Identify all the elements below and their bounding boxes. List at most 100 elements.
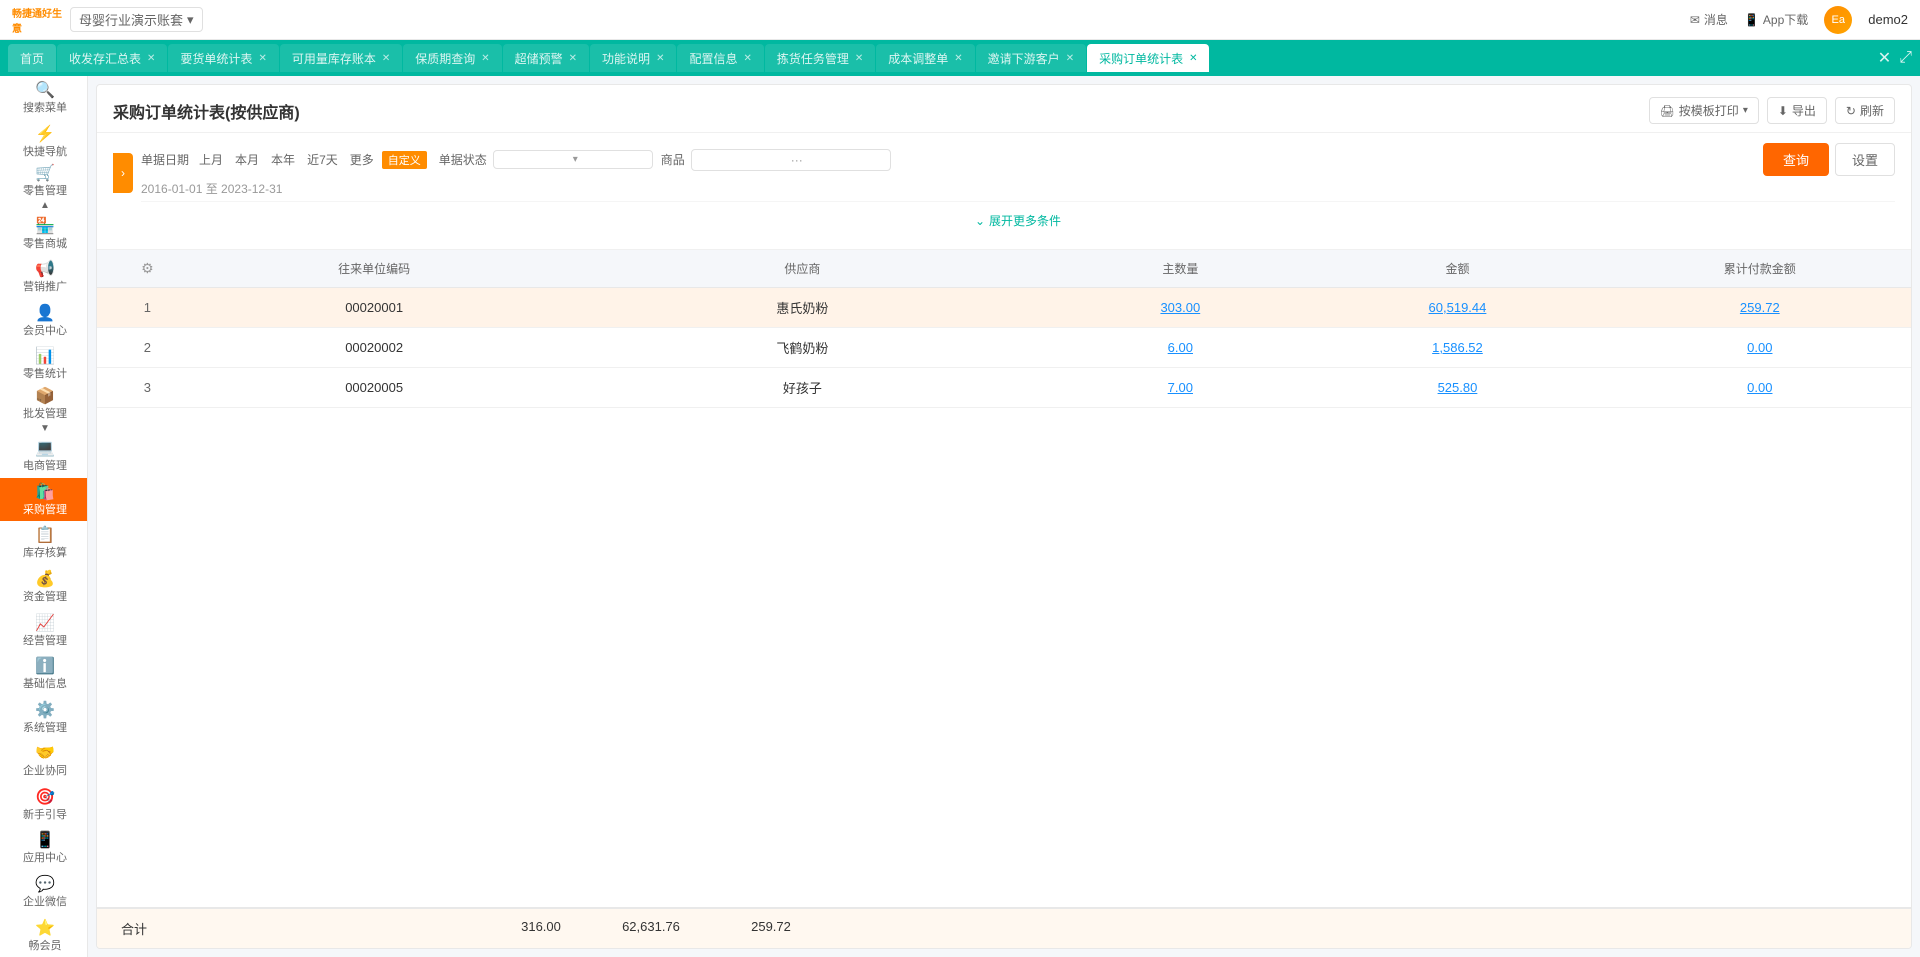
status-filter: 单据状态 ▾ [439, 150, 653, 169]
tab-9-close[interactable]: ✕ [954, 53, 962, 64]
sidebar-item-vip[interactable]: ⭐ 畅会员 [0, 913, 87, 957]
cell-paid[interactable]: 0.00 [1609, 368, 1911, 408]
tab-7[interactable]: 配置信息 ✕ [677, 44, 763, 72]
tab-home-label: 首页 [20, 50, 44, 67]
export-label: 导出 [1792, 102, 1816, 119]
sidebar-item-ecom[interactable]: 💻 电商管理 [0, 434, 87, 478]
sidebar-item-member[interactable]: 👤 会员中心 [0, 299, 87, 343]
cell-supplier: 飞鹤奶粉 [550, 328, 1054, 368]
tab-1-close[interactable]: ✕ [147, 53, 155, 64]
settings-button[interactable]: 设置 [1835, 143, 1895, 176]
message-btn[interactable]: ✉ 消息 [1690, 11, 1728, 28]
sidebar-item-marketing[interactable]: 📢 营销推广 [0, 255, 87, 299]
date-btn-more[interactable]: 更多 [346, 149, 378, 170]
date-btn-last-month[interactable]: 上月 [195, 149, 227, 170]
sidebar-item-mall[interactable]: 🏪 零售商城 [0, 211, 87, 255]
tab-6[interactable]: 功能说明 ✕ [590, 44, 676, 72]
tab-10[interactable]: 邀请下游客户 ✕ [976, 44, 1086, 72]
sidebar-item-finance[interactable]: 💰 资金管理 [0, 565, 87, 609]
tab-active[interactable]: 采购订单统计表 ✕ [1087, 44, 1209, 72]
export-button[interactable]: ⬇ 导出 [1767, 97, 1827, 124]
col-header-paid: 累计付款金额 [1609, 250, 1911, 288]
megaphone-icon: 📢 [35, 259, 55, 279]
page-content: 采购订单统计表(按供应商) 🖨 按模板打印 ▾ ⬇ 导出 ↻ 刷新 [96, 84, 1912, 949]
tab-home[interactable]: 首页 [8, 44, 56, 72]
cell-amount[interactable]: 1,586.52 [1306, 328, 1608, 368]
sidebar-item-retail[interactable]: 🛒 零售管理 ▲ [0, 163, 87, 211]
col-header-qty: 主数量 [1054, 250, 1306, 288]
tab-4-close[interactable]: ✕ [481, 53, 489, 64]
goods-input[interactable]: ··· [691, 149, 891, 171]
cell-amount[interactable]: 525.80 [1306, 368, 1608, 408]
sidebar-item-stock[interactable]: 📋 库存核算 [0, 521, 87, 565]
cell-supplier: 惠氏奶粉 [550, 288, 1054, 328]
tab-9[interactable]: 成本调整单 ✕ [876, 44, 974, 72]
user-avatar: Ea [1824, 6, 1852, 34]
tab-5[interactable]: 超储预警 ✕ [503, 44, 589, 72]
cell-qty[interactable]: 7.00 [1054, 368, 1306, 408]
tab-active-close[interactable]: ✕ [1189, 53, 1197, 64]
table-row: 2 00020002 飞鹤奶粉 6.00 1,586.52 0.00 [97, 328, 1911, 368]
date-btn-7days[interactable]: 近7天 [303, 149, 342, 170]
date-btn-custom[interactable]: 自定义 [382, 151, 427, 169]
refresh-button[interactable]: ↻ 刷新 [1835, 97, 1895, 124]
cell-qty[interactable]: 303.00 [1054, 288, 1306, 328]
cell-amount[interactable]: 60,519.44 [1306, 288, 1608, 328]
sidebar-item-wholesale[interactable]: 📦 批发管理 ▼ [0, 386, 87, 434]
sidebar-item-retail-stat[interactable]: 📊 零售统计 [0, 342, 87, 386]
sidebar-item-guide[interactable]: 🎯 新手引导 [0, 783, 87, 827]
tab-7-close[interactable]: ✕ [743, 53, 751, 64]
tab-5-close[interactable]: ✕ [569, 53, 577, 64]
tab-active-label: 采购订单统计表 [1099, 50, 1183, 67]
tab-1[interactable]: 收发存汇总表 ✕ [57, 44, 167, 72]
date-btn-this-month[interactable]: 本月 [231, 149, 263, 170]
date-btn-this-year[interactable]: 本年 [267, 149, 299, 170]
app-download-btn[interactable]: 📱 App下载 [1744, 11, 1808, 28]
status-select[interactable]: ▾ [493, 150, 653, 169]
nav-expand-btn[interactable]: ⤢ [1899, 49, 1912, 67]
sidebar-item-weixin[interactable]: 💬 企业微信 [0, 870, 87, 914]
tab-6-close[interactable]: ✕ [656, 53, 664, 64]
tab-4[interactable]: 保质期查询 ✕ [403, 44, 501, 72]
tab-2-close[interactable]: ✕ [258, 53, 266, 64]
cell-paid[interactable]: 0.00 [1609, 328, 1911, 368]
expand-conditions-button[interactable]: ⌄ 展开更多条件 [967, 208, 1069, 233]
sidebar-item-search[interactable]: 🔍 搜索菜单 [0, 76, 87, 120]
column-settings-icon[interactable]: ⚙ [141, 260, 154, 276]
page-area: 采购订单统计表(按供应商) 🖨 按模板打印 ▾ ⬇ 导出 ↻ 刷新 [88, 76, 1920, 957]
tab-2[interactable]: 要货单统计表 ✕ [168, 44, 278, 72]
table-row: 3 00020005 好孩子 7.00 525.80 0.00 [97, 368, 1911, 408]
tab-8[interactable]: 拣货任务管理 ✕ [765, 44, 875, 72]
cell-paid[interactable]: 259.72 [1609, 288, 1911, 328]
date-range-display: 2016-01-01 至 2023-12-31 [141, 180, 282, 197]
sidebar-item-system[interactable]: ⚙️ 系统管理 [0, 696, 87, 740]
nav-close-btn[interactable]: ✕ [1878, 48, 1891, 68]
tab-8-close[interactable]: ✕ [855, 53, 863, 64]
sidebar-item-ops[interactable]: 📈 经营管理 [0, 608, 87, 652]
star-icon: ⭐ [35, 918, 55, 938]
tab-3-close[interactable]: ✕ [382, 53, 390, 64]
sidebar-item-purchase[interactable]: 🛍️ 采购管理 [0, 478, 87, 522]
col-header-code: 往来单位编码 [198, 250, 551, 288]
export-icon: ⬇ [1778, 104, 1788, 118]
gear-icon: ⚙️ [35, 700, 55, 720]
cell-no: 1 [97, 288, 198, 328]
top-bar-left: 畅捷通好生意 母婴行业演示账套 ▾ [12, 5, 203, 35]
main-layout: 🔍 搜索菜单 ⚡ 快捷导航 🛒 零售管理 ▲ 🏪 零售商城 📢 营销推广 👤 会… [0, 76, 1920, 957]
sidebar-item-shortcut[interactable]: ⚡ 快捷导航 [0, 120, 87, 164]
app-download-label: App下载 [1763, 11, 1808, 28]
sidebar-item-apps[interactable]: 📱 应用中心 [0, 826, 87, 870]
tab-3[interactable]: 可用量库存账本 ✕ [280, 44, 402, 72]
print-button[interactable]: 🖨 按模板打印 ▾ [1649, 97, 1759, 124]
sidebar-item-base[interactable]: ℹ️ 基础信息 [0, 652, 87, 696]
cell-qty[interactable]: 6.00 [1054, 328, 1306, 368]
filter-collapse-toggle[interactable]: › [113, 153, 133, 193]
col-header-supplier: 供应商 [550, 250, 1054, 288]
tab-10-close[interactable]: ✕ [1066, 53, 1074, 64]
lightning-icon: ⚡ [35, 124, 55, 144]
tab-2-label: 要货单统计表 [180, 50, 252, 67]
account-selector[interactable]: 母婴行业演示账套 ▾ [70, 7, 203, 32]
username-label[interactable]: demo2 [1868, 12, 1908, 27]
query-button[interactable]: 查询 [1763, 143, 1829, 176]
sidebar-item-collab[interactable]: 🤝 企业协同 [0, 739, 87, 783]
